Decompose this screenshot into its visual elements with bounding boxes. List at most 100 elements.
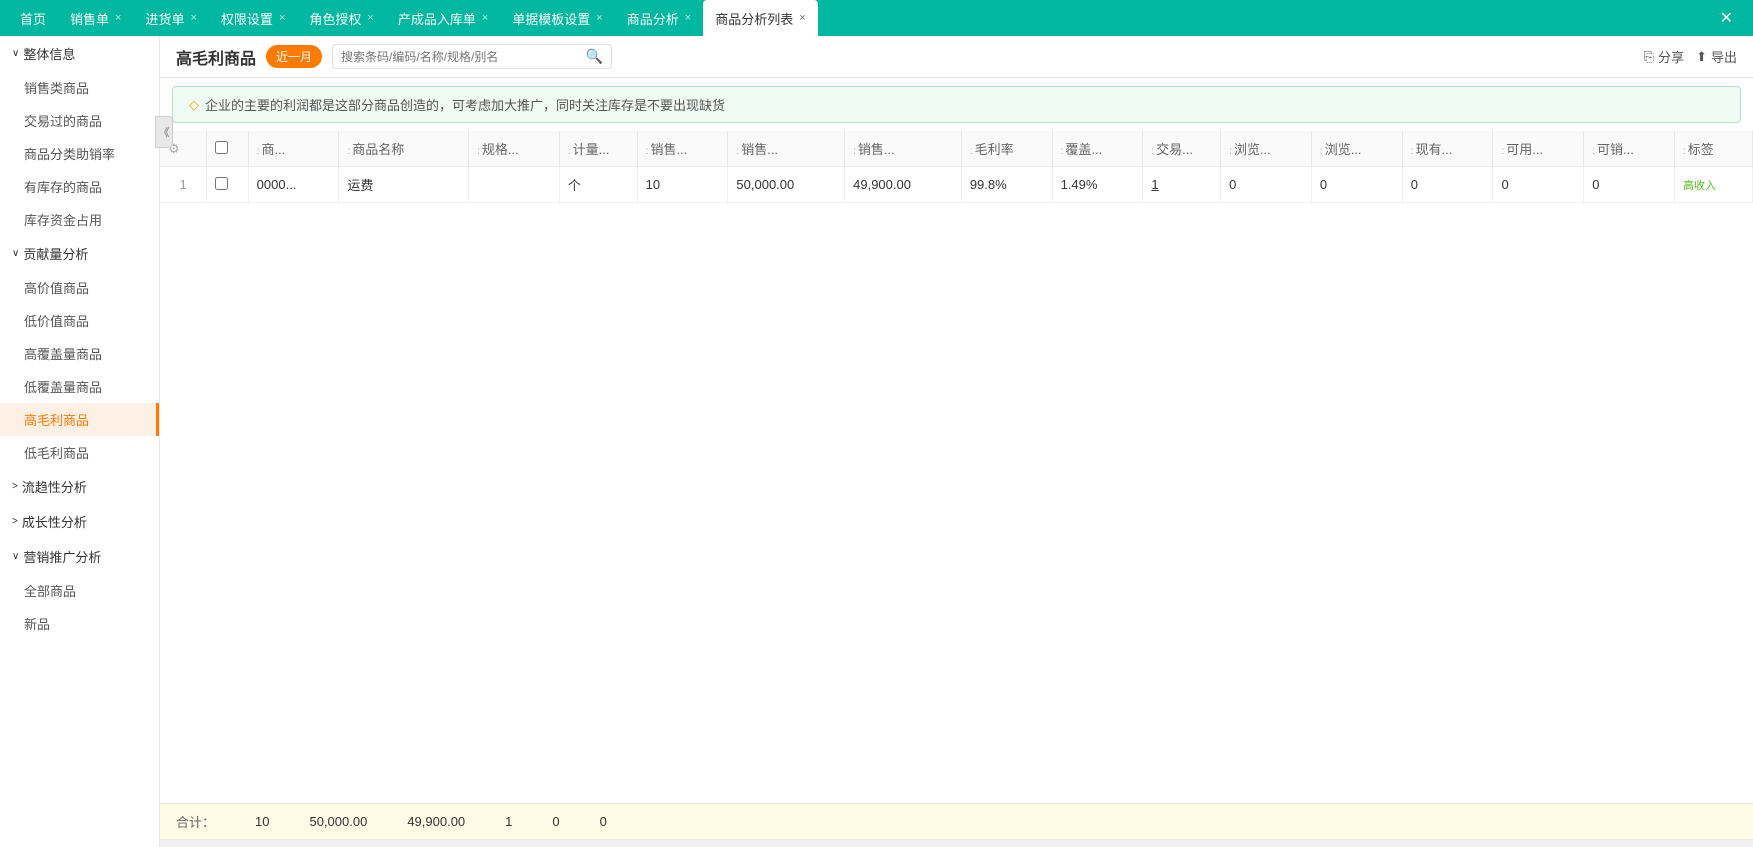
footer-bar: 合计： 10 50,000.00 49,900.00 1 0 0 <box>160 803 1753 839</box>
column-header-5[interactable]: :计量... <box>559 131 637 167</box>
sort-icon: : <box>1229 146 1232 157</box>
table-cell-8: 49,900.00 <box>845 167 962 203</box>
nav-item-权限设置[interactable]: 权限设置× <box>209 0 297 36</box>
column-header-17[interactable]: :标签 <box>1674 131 1752 167</box>
table-cell-16: 0 <box>1584 167 1675 203</box>
table-cell-4 <box>469 167 560 203</box>
sidebar-item-销售类商品[interactable]: 销售类商品 <box>0 71 159 104</box>
footer-sales1: 10 <box>255 814 269 829</box>
footer-label: 合计： <box>176 812 215 831</box>
column-header-1[interactable] <box>207 131 248 167</box>
sidebar-item-交易过的商品[interactable]: 交易过的商品 <box>0 104 159 137</box>
bottom-scrollbar[interactable] <box>160 839 1753 847</box>
nav-close-icon[interactable]: × <box>685 12 691 24</box>
footer-available: 0 <box>552 814 559 829</box>
sort-icon: : <box>1592 146 1595 157</box>
column-header-7[interactable]: :销售... <box>728 131 845 167</box>
sort-icon: : <box>970 146 973 157</box>
page-title: 高毛利商品 <box>176 45 256 69</box>
tag-badge: 高收入 <box>1683 180 1716 192</box>
nav-close-icon[interactable]: × <box>596 12 602 24</box>
column-header-9[interactable]: :毛利率 <box>961 131 1052 167</box>
column-header-10[interactable]: :覆盖... <box>1052 131 1143 167</box>
column-header-16[interactable]: :可销... <box>1584 131 1675 167</box>
column-label: 销售... <box>741 142 778 157</box>
sidebar-section-流趋性分析[interactable]: >流趋性分析 <box>0 469 159 504</box>
nav-item-角色授权[interactable]: 角色授权× <box>297 0 385 36</box>
sidebar-item-低覆盖量商品[interactable]: 低覆盖量商品 <box>0 370 159 403</box>
column-header-12[interactable]: :浏览... <box>1221 131 1312 167</box>
column-header-2[interactable]: :商... <box>248 131 339 167</box>
column-label: 商品名称 <box>352 142 404 157</box>
table-cell-13: 0 <box>1311 167 1402 203</box>
sort-icon: : <box>257 146 260 157</box>
sidebar-item-低价值商品[interactable]: 低价值商品 <box>0 304 159 337</box>
sidebar-item-商品分类助销率[interactable]: 商品分类助销率 <box>0 137 159 170</box>
share-label: 分享 <box>1658 47 1684 66</box>
nav-item-产成品入库单[interactable]: 产成品入库单× <box>386 0 500 36</box>
sidebar-section-营销推广分析[interactable]: ∨营销推广分析 <box>0 539 159 574</box>
nav-item-商品分析列表[interactable]: 商品分析列表× <box>703 0 817 36</box>
column-header-4[interactable]: :规格... <box>469 131 560 167</box>
sidebar-section-label: 成长性分析 <box>22 512 87 531</box>
sidebar-collapse-button[interactable]: 《 <box>155 116 173 148</box>
search-icon[interactable]: 🔍 <box>586 48 603 65</box>
export-button[interactable]: ⬆ 导出 <box>1696 47 1737 66</box>
table-container: ⚙:商...:商品名称:规格...:计量...:销售...:销售...:销售..… <box>160 131 1753 803</box>
table-cell-3: 运费 <box>339 167 469 203</box>
share-button[interactable]: ⎘ 分享 <box>1644 47 1684 66</box>
sidebar-item-库存资金占用[interactable]: 库存资金占用 <box>0 203 159 236</box>
header-actions: ⎘ 分享 ⬆ 导出 <box>1644 47 1737 66</box>
column-label: 可销... <box>1597 142 1634 157</box>
window-close-button[interactable]: ✕ <box>1708 8 1745 28</box>
sidebar-item-有库存的商品[interactable]: 有库存的商品 <box>0 170 159 203</box>
nav-close-icon[interactable]: × <box>367 12 373 24</box>
notice-text: 企业的主要的利润都是这部分商品创造的，可考虑加大推广，同时关注库存是不要出现缺货 <box>205 95 725 114</box>
nav-item-单据模板设置[interactable]: 单据模板设置× <box>500 0 614 36</box>
search-input[interactable] <box>341 50 586 64</box>
sidebar-item-新品[interactable]: 新品 <box>0 607 159 640</box>
sidebar-item-全部商品[interactable]: 全部商品 <box>0 574 159 607</box>
nav-item-商品分析[interactable]: 商品分析× <box>615 0 703 36</box>
nav-close-icon[interactable]: × <box>799 12 805 24</box>
select-all-checkbox[interactable] <box>215 141 228 154</box>
nav-close-icon[interactable]: × <box>115 12 121 24</box>
sidebar-section-整体信息[interactable]: ∨整体信息 <box>0 36 159 71</box>
main-layout: ∨整体信息销售类商品交易过的商品商品分类助销率有库存的商品库存资金占用∨贡献量分… <box>0 36 1753 847</box>
nav-item-销售单[interactable]: 销售单× <box>58 0 133 36</box>
nav-close-icon[interactable]: × <box>482 12 488 24</box>
sidebar-item-高覆盖量商品[interactable]: 高覆盖量商品 <box>0 337 159 370</box>
sidebar-item-高价值商品[interactable]: 高价值商品 <box>0 271 159 304</box>
nav-item-进货单[interactable]: 进货单× <box>133 0 208 36</box>
nav-item-首页[interactable]: 首页 <box>8 0 58 36</box>
column-header-8[interactable]: :销售... <box>845 131 962 167</box>
link-cell[interactable]: 1 <box>1151 177 1158 192</box>
arrow-icon: ∨ <box>12 48 19 59</box>
sidebar-section-成长性分析[interactable]: > 成长性分析 <box>0 504 159 539</box>
export-label: 导出 <box>1711 47 1737 66</box>
column-header-6[interactable]: :销售... <box>637 131 728 167</box>
sort-icon: : <box>568 146 571 157</box>
notice-bar: ◇ 企业的主要的利润都是这部分商品创造的，可考虑加大推广，同时关注库存是不要出现… <box>172 86 1741 123</box>
column-header-3[interactable]: :商品名称 <box>339 131 469 167</box>
search-box: 🔍 <box>332 44 612 69</box>
sort-icon: : <box>1151 146 1154 157</box>
column-header-11[interactable]: :交易... <box>1143 131 1221 167</box>
column-label: 商... <box>261 142 285 157</box>
footer-trades: 1 <box>505 814 512 829</box>
table-cell-0: 1 <box>160 167 207 203</box>
arrow-icon: > <box>12 516 18 527</box>
nav-close-icon[interactable]: × <box>279 12 285 24</box>
column-header-15[interactable]: :可用... <box>1493 131 1584 167</box>
column-header-14[interactable]: :现有... <box>1402 131 1493 167</box>
column-header-13[interactable]: :浏览... <box>1311 131 1402 167</box>
row-checkbox[interactable] <box>215 177 228 190</box>
filter-recent-month-button[interactable]: 近一月 <box>266 45 322 68</box>
column-label: 规格... <box>482 142 519 157</box>
nav-close-icon[interactable]: × <box>190 12 196 24</box>
footer-sales3: 49,900.00 <box>407 814 465 829</box>
sidebar-section-贡献量分析[interactable]: ∨贡献量分析 <box>0 236 159 271</box>
sidebar-item-高毛利商品[interactable]: 高毛利商品 <box>0 403 159 436</box>
footer-saleable: 0 <box>600 814 607 829</box>
sidebar-item-低毛利商品[interactable]: 低毛利商品 <box>0 436 159 469</box>
